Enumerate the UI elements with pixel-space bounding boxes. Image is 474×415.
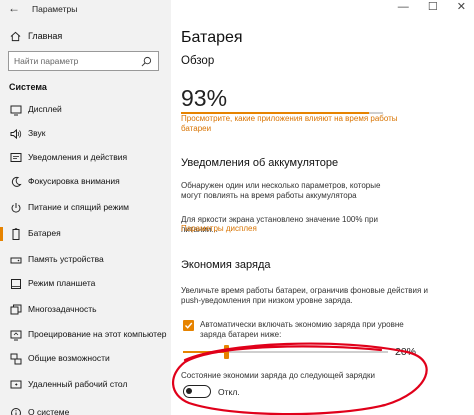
sidebar-item-label: Память устройства — [28, 254, 104, 264]
red-circle-annotation — [172, 342, 428, 415]
sidebar-item-focus-assist[interactable]: Фокусировка внимания — [0, 173, 171, 191]
battery-icon — [12, 228, 20, 240]
sidebar-item-label: Удаленный рабочий стол — [28, 379, 128, 389]
sidebar-item-tablet-mode[interactable]: Режим планшета — [0, 275, 171, 293]
search-input[interactable] — [14, 56, 134, 66]
display-icon — [10, 105, 22, 116]
notification-icon — [10, 153, 22, 162]
info-icon — [11, 408, 21, 415]
sidebar-item-label: Режим планшета — [28, 278, 96, 288]
search-icon — [141, 56, 152, 67]
main-content: — ☐ ✕ Батарея Обзор 93% Просмотрите, как… — [171, 0, 474, 415]
sidebar-item-about[interactable]: О системе — [0, 404, 171, 415]
sidebar-item-label: Проецирование на этот компьютер — [28, 329, 167, 339]
home-icon — [10, 31, 21, 42]
storage-icon — [10, 257, 22, 264]
sidebar-item-remote-desktop[interactable]: Удаленный рабочий стол — [0, 376, 171, 394]
sidebar-item-notifications[interactable]: Уведомления и действия — [0, 149, 171, 167]
sidebar-item-shared-experiences[interactable]: Общие возможности — [0, 350, 171, 368]
multitasking-icon — [10, 304, 22, 315]
section-label: Система — [9, 82, 47, 92]
search-box[interactable] — [8, 51, 159, 71]
selection-indicator — [0, 227, 3, 241]
remote-desktop-icon — [10, 380, 22, 389]
sidebar-item-multitasking[interactable]: Многозадачность — [0, 301, 171, 319]
speaker-icon — [10, 128, 22, 140]
sidebar-item-storage[interactable]: Память устройства — [0, 251, 171, 269]
back-arrow-icon[interactable]: ← — [8, 1, 20, 15]
projecting-icon — [10, 330, 22, 341]
sidebar-item-label: Батарея — [28, 228, 61, 238]
tablet-icon — [11, 279, 21, 289]
moon-icon — [11, 176, 22, 187]
sidebar-item-label: Общие возможности — [28, 353, 110, 363]
sidebar-item-power-sleep[interactable]: Питание и спящий режим — [0, 199, 171, 217]
sidebar-item-projecting[interactable]: Проецирование на этот компьютер — [0, 326, 171, 344]
sidebar-item-display[interactable]: Дисплей — [0, 101, 171, 119]
sidebar-item-label: О системе — [28, 407, 70, 415]
sidebar-item-sound[interactable]: Звук — [0, 125, 171, 143]
shared-experiences-icon — [10, 353, 22, 365]
sidebar-item-label: Уведомления и действия — [28, 152, 128, 162]
sidebar-item-battery[interactable]: Батарея — [0, 225, 171, 243]
power-icon — [11, 203, 21, 213]
sidebar-item-label: Звук — [28, 128, 46, 138]
sidebar-item-label: Фокусировка внимания — [28, 176, 120, 186]
window-title: Параметры — [32, 4, 78, 14]
sidebar-item-label: Питание и спящий режим — [28, 202, 129, 212]
sidebar-item-label: Дисплей — [28, 104, 62, 114]
home-link[interactable]: Главная — [28, 31, 62, 41]
sidebar: ← Параметры Главная Система Дисплей Звук — [0, 0, 171, 415]
sidebar-item-label: Многозадачность — [28, 304, 97, 314]
